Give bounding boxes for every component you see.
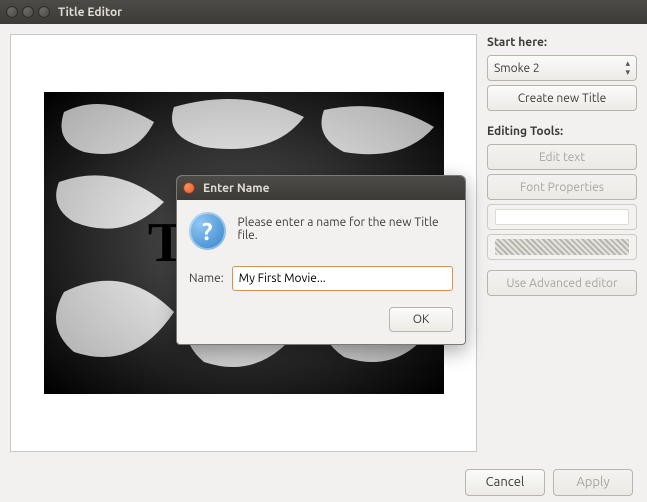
name-label: Name: — [189, 272, 224, 285]
ok-button[interactable]: OK — [389, 307, 453, 332]
edit-text-button: Edit text — [487, 144, 637, 170]
question-icon: ? — [189, 212, 226, 250]
dialog-titlebar: Enter Name — [177, 176, 465, 200]
dialog-title: Enter Name — [203, 182, 270, 195]
window-titlebar: Title Editor — [0, 0, 647, 24]
dialog-message: Please enter a name for the new Title fi… — [238, 212, 453, 242]
create-new-title-button[interactable]: Create new Title — [487, 85, 637, 111]
font-color-swatch — [487, 204, 637, 230]
apply-button: Apply — [553, 469, 633, 496]
font-properties-button: Font Properties — [487, 174, 637, 200]
template-select[interactable]: Smoke 2 ▴▾ — [487, 55, 637, 81]
cancel-button[interactable]: Cancel — [465, 469, 545, 496]
footer: Cancel Apply — [0, 462, 647, 502]
editing-tools-label: Editing Tools: — [487, 125, 637, 138]
sidebar: Start here: Smoke 2 ▴▾ Create new Title … — [487, 34, 637, 452]
name-input[interactable] — [232, 266, 453, 291]
window-maximize-icon[interactable] — [38, 6, 50, 18]
window-title: Title Editor — [58, 6, 122, 19]
dialog-close-icon[interactable] — [183, 182, 195, 194]
start-here-label: Start here: — [487, 36, 637, 49]
window-minimize-icon[interactable] — [22, 6, 34, 18]
enter-name-dialog: Enter Name ? Please enter a name for the… — [176, 175, 466, 345]
background-swatch — [487, 234, 637, 260]
use-advanced-editor-button: Use Advanced editor — [487, 270, 637, 296]
chevron-updown-icon: ▴▾ — [625, 59, 630, 77]
window-close-icon[interactable] — [6, 6, 18, 18]
template-select-value: Smoke 2 — [494, 62, 540, 75]
